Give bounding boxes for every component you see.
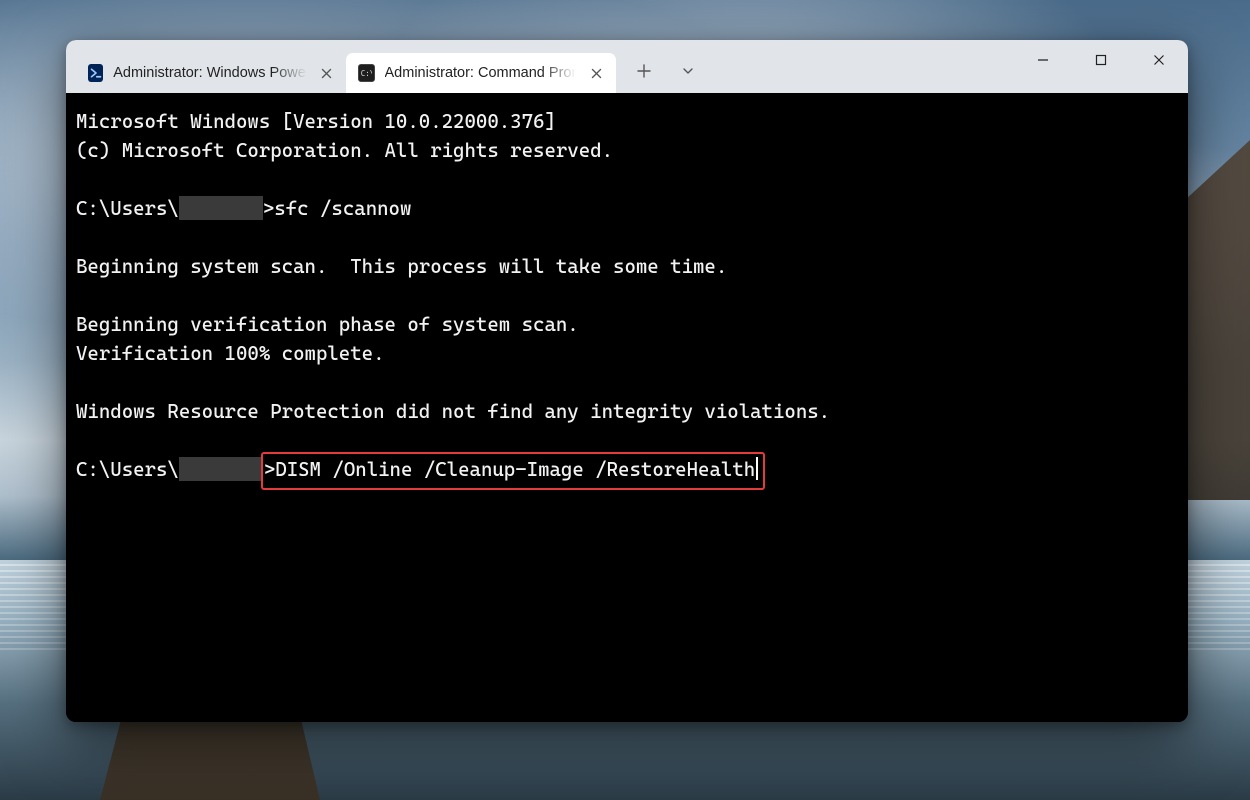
scan-begin-line: Beginning system scan. This process will… bbox=[76, 255, 727, 278]
tab-dropdown-button[interactable] bbox=[666, 52, 710, 90]
prompt-suffix: > bbox=[263, 197, 274, 220]
svg-text:C:\: C:\ bbox=[361, 69, 372, 78]
tab-powershell[interactable]: Administrator: Windows PowerShell bbox=[76, 53, 346, 93]
titlebar: Administrator: Windows PowerShell C:\ Ad… bbox=[66, 40, 1188, 93]
redacted-username bbox=[179, 196, 263, 220]
verify-begin-line: Beginning verification phase of system s… bbox=[76, 313, 579, 336]
close-icon bbox=[591, 68, 602, 79]
highlighted-command: >DISM /Online /Cleanup-Image /RestoreHea… bbox=[261, 452, 765, 490]
redacted-username bbox=[179, 457, 263, 481]
command-prompt-icon: C:\ bbox=[358, 64, 375, 82]
command-sfc: sfc /scannow bbox=[274, 197, 411, 220]
chevron-down-icon bbox=[681, 64, 695, 78]
close-icon bbox=[1153, 54, 1165, 66]
terminal-window: Administrator: Windows PowerShell C:\ Ad… bbox=[66, 40, 1188, 722]
verify-done-line: Verification 100% complete. bbox=[76, 342, 385, 365]
close-window-button[interactable] bbox=[1130, 40, 1188, 80]
tab-command-prompt[interactable]: C:\ Administrator: Command Prompt bbox=[346, 53, 616, 93]
prompt-line-1: C:\Users\ >sfc /scannow bbox=[76, 197, 411, 220]
minimize-button[interactable] bbox=[1014, 40, 1072, 80]
banner-version: Microsoft Windows [Version 10.0.22000.37… bbox=[76, 110, 556, 133]
tab-title: Administrator: Windows PowerShell bbox=[113, 65, 307, 81]
tab-strip: Administrator: Windows PowerShell C:\ Ad… bbox=[66, 40, 616, 93]
tab-close-button[interactable] bbox=[317, 62, 336, 84]
maximize-icon bbox=[1095, 54, 1107, 66]
powershell-icon bbox=[88, 64, 103, 82]
prompt-suffix: > bbox=[264, 458, 275, 481]
terminal-output[interactable]: Microsoft Windows [Version 10.0.22000.37… bbox=[66, 93, 1188, 722]
banner-copyright: (c) Microsoft Corporation. All rights re… bbox=[76, 139, 613, 162]
tab-close-button[interactable] bbox=[586, 62, 606, 84]
result-line: Windows Resource Protection did not find… bbox=[76, 400, 830, 423]
command-dism: DISM /Online /Cleanup-Image /RestoreHeal… bbox=[275, 458, 755, 481]
close-icon bbox=[321, 68, 332, 79]
text-caret bbox=[756, 457, 758, 480]
tab-title: Administrator: Command Prompt bbox=[385, 65, 577, 81]
window-controls bbox=[1014, 40, 1188, 93]
prompt-prefix: C:\Users\ bbox=[76, 458, 179, 481]
prompt-prefix: C:\Users\ bbox=[76, 197, 179, 220]
plus-icon bbox=[637, 64, 651, 78]
tab-actions bbox=[616, 40, 710, 93]
prompt-line-2: C:\Users\ >DISM /Online /Cleanup-Image /R… bbox=[76, 458, 759, 481]
maximize-button[interactable] bbox=[1072, 40, 1130, 80]
minimize-icon bbox=[1037, 54, 1049, 66]
new-tab-button[interactable] bbox=[622, 52, 666, 90]
